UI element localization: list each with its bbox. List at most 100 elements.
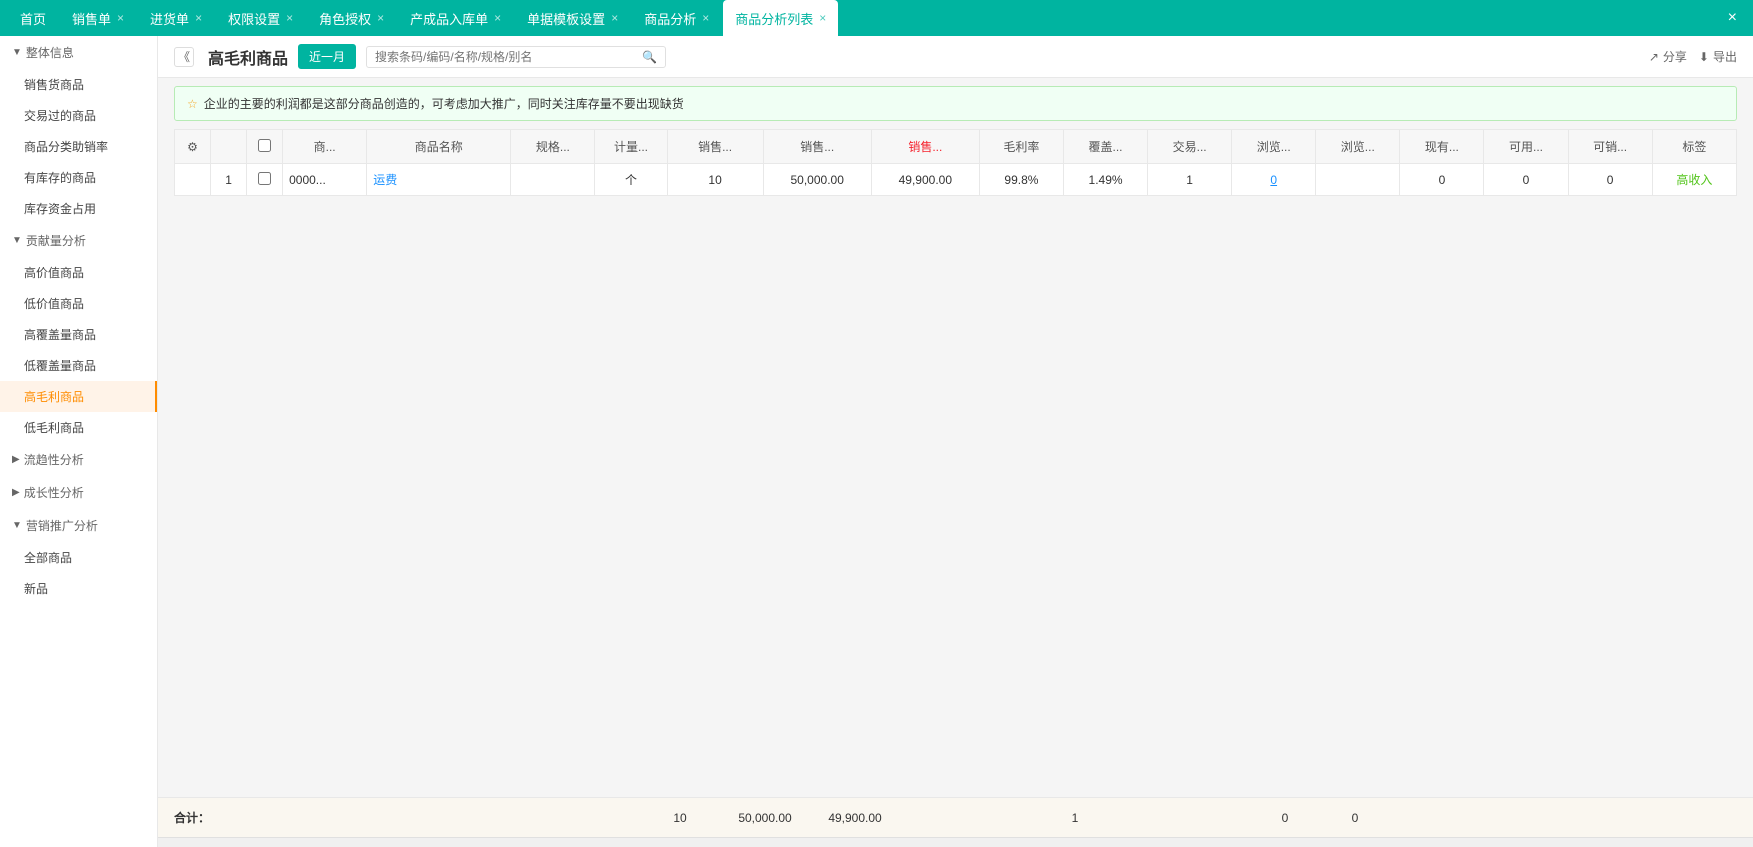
- col-header-sale-qty[interactable]: 销售...: [667, 130, 763, 164]
- nav-product-inbound[interactable]: 产成品入库单 ×: [398, 0, 513, 36]
- sidebar-item-low-value[interactable]: 低价值商品: [0, 288, 157, 319]
- close-role-auth[interactable]: ×: [377, 12, 384, 24]
- col-header-browse1[interactable]: 浏览...: [1232, 130, 1316, 164]
- cell-sell: 0: [1568, 164, 1652, 196]
- nav-sales-order[interactable]: 销售单 ×: [60, 0, 136, 36]
- sidebar-group-contribution[interactable]: ▼ 贡献量分析: [0, 224, 157, 257]
- header-actions: ↗ 分享 ⬇ 导出: [1649, 48, 1737, 65]
- close-template-settings[interactable]: ×: [611, 12, 618, 24]
- sidebar-item-high-margin[interactable]: 高毛利商品: [0, 381, 157, 412]
- share-button[interactable]: ↗ 分享: [1649, 48, 1687, 65]
- cell-code: 0000...: [283, 164, 367, 196]
- info-banner: ☆ 企业的主要的利润都是这部分商品创造的，可考虑加大推广，同时关注库存量不要出现…: [174, 86, 1737, 121]
- sidebar-item-category-rate[interactable]: 商品分类助销率: [0, 131, 157, 162]
- cell-check[interactable]: [247, 164, 283, 196]
- close-purchase-order[interactable]: ×: [195, 12, 202, 24]
- sidebar-item-low-coverage[interactable]: 低覆盖量商品: [0, 350, 157, 381]
- search-icon[interactable]: 🔍: [642, 50, 657, 64]
- arrow-marketing-icon: ▼: [12, 520, 22, 531]
- arrow-contribution-icon: ▼: [12, 235, 22, 246]
- col-header-name[interactable]: 商品名称: [367, 130, 511, 164]
- col-header-code[interactable]: 商...: [283, 130, 367, 164]
- footer-sale-amount: 50,000.00: [720, 811, 810, 825]
- close-permission-settings[interactable]: ×: [286, 12, 293, 24]
- cell-sale-profit: 49,900.00: [871, 164, 979, 196]
- col-header-sale-amount[interactable]: 销售...: [763, 130, 871, 164]
- sidebar-item-traded-goods[interactable]: 交易过的商品: [0, 100, 157, 131]
- footer-sale-profit: 49,900.00: [810, 811, 900, 825]
- footer-sale-qty: 10: [640, 811, 720, 825]
- col-header-current[interactable]: 现有...: [1400, 130, 1484, 164]
- col-header-trans[interactable]: 交易...: [1148, 130, 1232, 164]
- nav-home[interactable]: 首页: [8, 0, 58, 36]
- col-header-sale-profit[interactable]: 销售...: [871, 130, 979, 164]
- table-container: ⚙ 商... 商品名称 规格... 计量...: [158, 129, 1753, 797]
- nav-template-settings[interactable]: 单据模板设置 ×: [515, 0, 630, 36]
- col-header-tag[interactable]: 标签: [1652, 130, 1736, 164]
- footer-margin: [900, 811, 970, 825]
- export-icon: ⬇: [1699, 50, 1709, 64]
- sidebar-item-sales-goods[interactable]: 销售货商品: [0, 69, 157, 100]
- search-input[interactable]: [375, 50, 642, 64]
- table-row: 1 0000... 运费 个 10 50,000.00 49,900.00 99…: [175, 164, 1737, 196]
- col-header-browse2[interactable]: 浏览...: [1316, 130, 1400, 164]
- cell-name[interactable]: 运费: [367, 164, 511, 196]
- top-navigation: 首页 销售单 × 进货单 × 权限设置 × 角色授权 × 产成品入库单 × 单据…: [0, 0, 1753, 36]
- footer-trans: 1: [1040, 811, 1110, 825]
- cell-tag: 高收入: [1652, 164, 1736, 196]
- cell-num: 1: [211, 164, 247, 196]
- sidebar-item-all-goods[interactable]: 全部商品: [0, 542, 157, 573]
- arrow-overall-icon: ▼: [12, 47, 22, 58]
- cell-unit: 个: [595, 164, 667, 196]
- sidebar-group-growth[interactable]: ▶ 成长性分析: [0, 476, 157, 509]
- cell-browse1[interactable]: 0: [1232, 164, 1316, 196]
- cell-avail: 0: [1484, 164, 1568, 196]
- sidebar-group-overall[interactable]: ▼ 整体信息: [0, 36, 157, 69]
- content-header: 《 高毛利商品 近一月 🔍 ↗ 分享 ⬇ 导出: [158, 36, 1753, 78]
- nav-permission-settings[interactable]: 权限设置 ×: [216, 0, 305, 36]
- sidebar-item-in-stock[interactable]: 有库存的商品: [0, 162, 157, 193]
- row-checkbox[interactable]: [258, 172, 271, 185]
- cell-sale-amount: 50,000.00: [763, 164, 871, 196]
- sidebar-item-stock-capital[interactable]: 库存资金占用: [0, 193, 157, 224]
- sidebar-group-marketing[interactable]: ▼ 营销推广分析: [0, 509, 157, 542]
- nav-product-analysis[interactable]: 商品分析 ×: [632, 0, 721, 36]
- nav-purchase-order[interactable]: 进货单 ×: [138, 0, 214, 36]
- arrow-growth-icon: ▶: [12, 487, 20, 498]
- cell-sale-qty: 10: [667, 164, 763, 196]
- col-header-spec[interactable]: 规格...: [511, 130, 595, 164]
- export-button[interactable]: ⬇ 导出: [1699, 48, 1737, 65]
- col-header-avail[interactable]: 可用...: [1484, 130, 1568, 164]
- sidebar-item-new-goods[interactable]: 新品: [0, 573, 157, 604]
- footer-current: 0: [1250, 811, 1320, 825]
- col-header-cover[interactable]: 覆盖...: [1063, 130, 1147, 164]
- cell-cover: 1.49%: [1063, 164, 1147, 196]
- footer-cover: [970, 811, 1040, 825]
- close-product-inbound[interactable]: ×: [494, 12, 501, 24]
- col-header-margin[interactable]: 毛利率: [979, 130, 1063, 164]
- select-all-checkbox[interactable]: [258, 139, 271, 152]
- sidebar-item-high-value[interactable]: 高价值商品: [0, 257, 157, 288]
- nav-product-analysis-list[interactable]: 商品分析列表 ×: [723, 0, 838, 36]
- sidebar-item-high-coverage[interactable]: 高覆盖量商品: [0, 319, 157, 350]
- close-all-tabs[interactable]: ×: [1720, 9, 1745, 27]
- col-header-check[interactable]: [247, 130, 283, 164]
- col-header-num: [211, 130, 247, 164]
- info-icon: ☆: [187, 97, 198, 111]
- col-header-settings[interactable]: ⚙: [175, 130, 211, 164]
- nav-role-auth[interactable]: 角色授权 ×: [307, 0, 396, 36]
- col-header-sell[interactable]: 可销...: [1568, 130, 1652, 164]
- close-product-analysis[interactable]: ×: [702, 12, 709, 24]
- collapse-sidebar-button[interactable]: 《: [174, 47, 194, 67]
- col-header-unit[interactable]: 计量...: [595, 130, 667, 164]
- sidebar-item-low-margin[interactable]: 低毛利商品: [0, 412, 157, 443]
- main-layout: ▼ 整体信息 销售货商品 交易过的商品 商品分类助销率 有库存的商品 库存资金占…: [0, 36, 1753, 847]
- filter-recent-month[interactable]: 近一月: [298, 44, 356, 69]
- arrow-trend-icon: ▶: [12, 454, 20, 465]
- horizontal-scrollbar[interactable]: [158, 837, 1753, 847]
- cell-spec: [511, 164, 595, 196]
- close-sales-order[interactable]: ×: [117, 12, 124, 24]
- cell-current: 0: [1400, 164, 1484, 196]
- close-product-analysis-list[interactable]: ×: [819, 12, 826, 24]
- sidebar-group-trend[interactable]: ▶ 流趋性分析: [0, 443, 157, 476]
